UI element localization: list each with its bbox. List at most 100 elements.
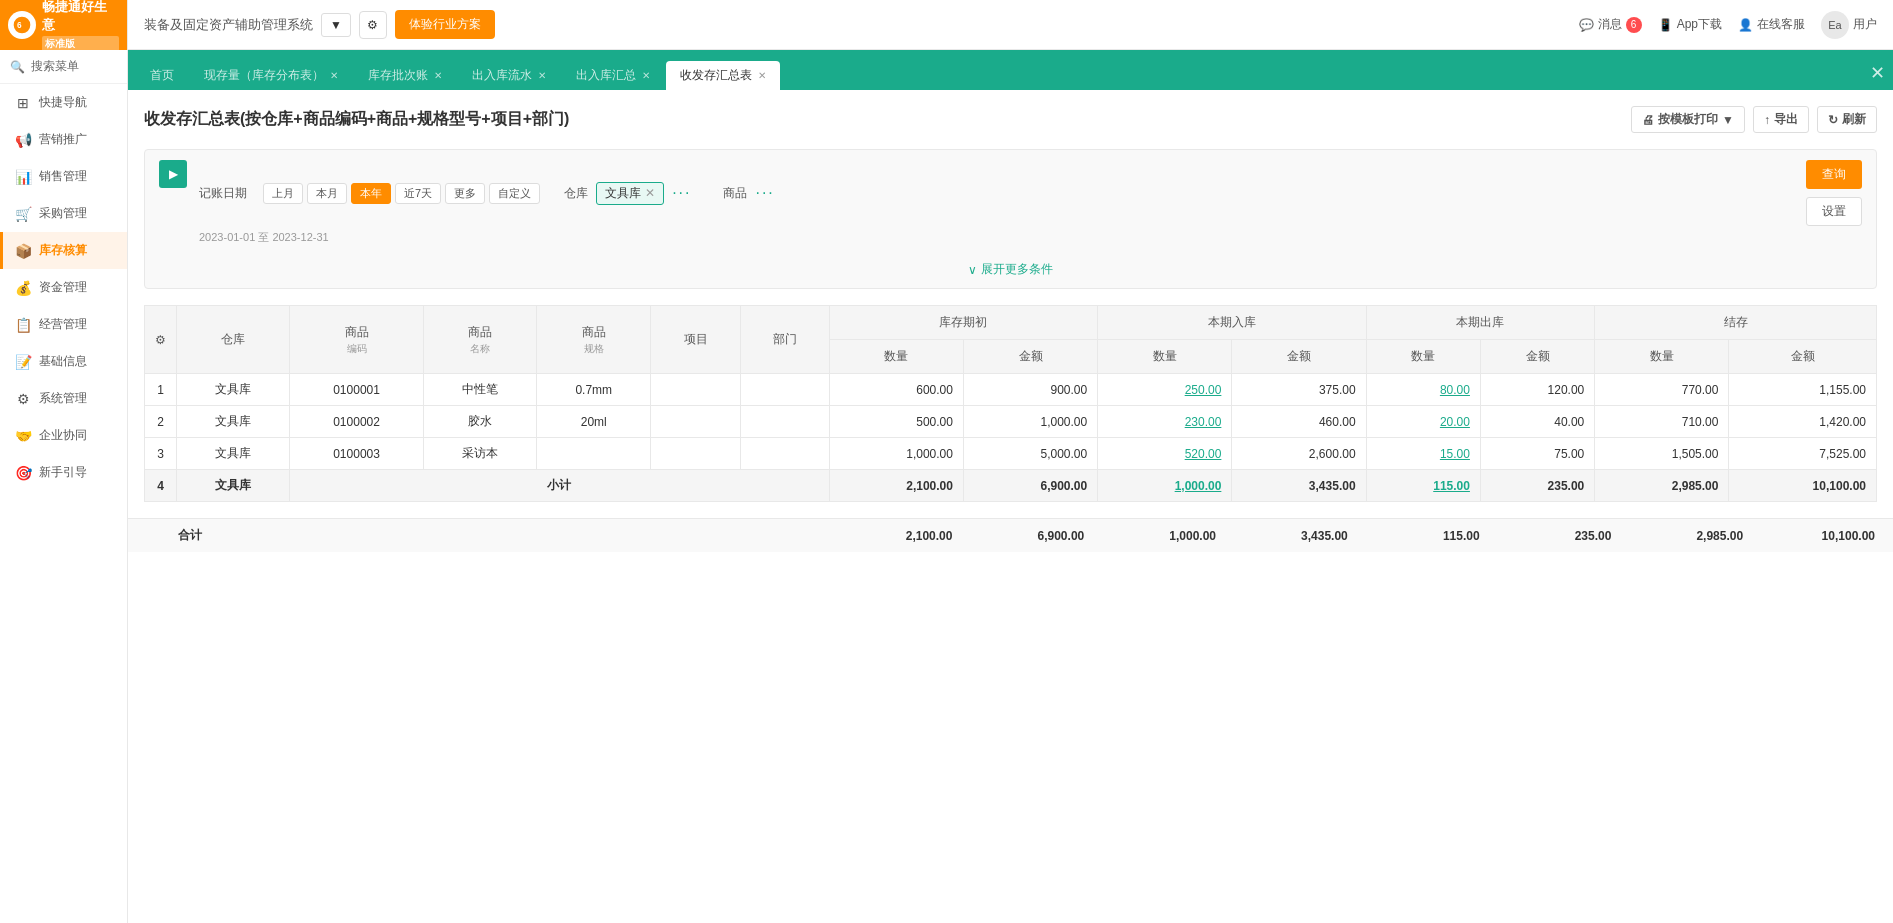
operations-icon: 📋 — [15, 317, 31, 333]
date-filter-label: 记账日期 — [199, 185, 247, 202]
date-btn-7days[interactable]: 近7天 — [395, 183, 441, 204]
subtotal-out-qty[interactable]: 115.00 — [1366, 470, 1480, 502]
row2-bal-qty: 710.00 — [1595, 406, 1729, 438]
sidebar-item-marketing[interactable]: 📢 营销推广 — [0, 121, 127, 158]
tab-inout-flow[interactable]: 出入库流水 ✕ — [458, 61, 560, 90]
sidebar-item-purchase[interactable]: 🛒 采购管理 — [0, 195, 127, 232]
subtotal-in-qty[interactable]: 1,000.00 — [1098, 470, 1232, 502]
total-open-qty: 2,100.00 — [823, 527, 953, 544]
sidebar-item-operations[interactable]: 📋 经营管理 — [0, 306, 127, 343]
sidebar-item-label: 快捷导航 — [39, 94, 87, 111]
row1-open-qty: 600.00 — [829, 374, 963, 406]
sidebar-item-finance[interactable]: 💰 资金管理 — [0, 269, 127, 306]
settings-button[interactable]: ⚙ — [359, 11, 387, 39]
sidebar-item-base[interactable]: 📝 基础信息 — [0, 343, 127, 380]
page-title-row: 收发存汇总表(按仓库+商品编码+商品+规格型号+项目+部门) 🖨 按模板打印 ▼… — [144, 106, 1877, 133]
tab-flow-close[interactable]: ✕ — [538, 70, 546, 81]
row1-out-qty[interactable]: 80.00 — [1366, 374, 1480, 406]
date-btn-custom[interactable]: 自定义 — [489, 183, 540, 204]
tab-recv-send[interactable]: 收发存汇总表 ✕ — [666, 61, 780, 90]
sidebar-item-enterprise[interactable]: 🤝 企业协同 — [0, 417, 127, 454]
tab-batch-ledger[interactable]: 库存批次账 ✕ — [354, 61, 456, 90]
main-area: 装备及固定资产辅助管理系统 ▼ ⚙ 体验行业方案 💬 消息 6 📱 App下载 … — [128, 0, 1893, 923]
warehouse-more-dots[interactable]: ··· — [672, 184, 691, 202]
tab-stock-dist[interactable]: 现存量（库存分布表） ✕ — [190, 61, 352, 90]
row1-warehouse: 文具库 — [177, 374, 290, 406]
search-label: 搜索菜单 — [31, 58, 79, 75]
sidebar-item-label: 企业协同 — [39, 427, 87, 444]
row1-project — [651, 374, 740, 406]
app-name: 畅捷通好生意 — [42, 0, 119, 34]
close-all-tabs[interactable]: ✕ — [1870, 62, 1885, 90]
print-button[interactable]: 🖨 按模板打印 ▼ — [1631, 106, 1745, 133]
tab-recv-close[interactable]: ✕ — [758, 70, 766, 81]
row1-in-qty[interactable]: 250.00 — [1098, 374, 1232, 406]
row1-no: 1 — [145, 374, 177, 406]
settings-btn[interactable]: 设置 — [1806, 197, 1862, 226]
system-icon: ⚙ — [15, 391, 31, 407]
tab-batch-close[interactable]: ✕ — [434, 70, 442, 81]
quick-nav-icon: ⊞ — [15, 95, 31, 111]
total-in-qty: 1,000.00 — [1086, 527, 1216, 544]
tab-inout-close[interactable]: ✕ — [642, 70, 650, 81]
row1-open-amt: 900.00 — [963, 374, 1097, 406]
marketing-icon: 📢 — [15, 132, 31, 148]
date-btn-prev-month[interactable]: 上月 — [263, 183, 303, 204]
export-icon: ↑ — [1764, 113, 1770, 127]
sidebar-item-sales[interactable]: 📊 销售管理 — [0, 158, 127, 195]
sidebar-item-inventory[interactable]: 📦 库存核算 — [0, 232, 127, 269]
sidebar-item-quick-nav[interactable]: ⊞ 快捷导航 — [0, 84, 127, 121]
warehouse-remove[interactable]: ✕ — [645, 186, 655, 200]
row3-open-amt: 5,000.00 — [963, 438, 1097, 470]
sidebar-item-label: 经营管理 — [39, 316, 87, 333]
messages-button[interactable]: 💬 消息 6 — [1579, 16, 1642, 33]
total-open-amt: 6,900.00 — [954, 527, 1084, 544]
row3-in-qty[interactable]: 520.00 — [1098, 438, 1232, 470]
sidebar-item-guide[interactable]: 🎯 新手引导 — [0, 454, 127, 491]
export-button[interactable]: ↑ 导出 — [1753, 106, 1809, 133]
total-in-amt: 3,435.00 — [1218, 527, 1348, 544]
app-download-button[interactable]: 📱 App下载 — [1658, 16, 1722, 33]
sidebar-item-system[interactable]: ⚙ 系统管理 — [0, 380, 127, 417]
row1-code: 0100001 — [289, 374, 423, 406]
warehouse-label: 仓库 — [564, 185, 588, 202]
goods-filter: 商品 ··· — [723, 184, 774, 202]
query-button[interactable]: 查询 — [1806, 160, 1862, 189]
tab-inout-summary[interactable]: 出入库汇总 ✕ — [562, 61, 664, 90]
row2-open-amt: 1,000.00 — [963, 406, 1097, 438]
refresh-button[interactable]: ↻ 刷新 — [1817, 106, 1877, 133]
row3-no: 3 — [145, 438, 177, 470]
user-menu[interactable]: Ea 用户 — [1821, 11, 1877, 39]
col-settings-header[interactable]: ⚙ — [145, 306, 177, 374]
expand-icon: ∨ — [968, 263, 977, 277]
col-opening-amount-header: 金额 — [963, 340, 1097, 374]
subtotal-warehouse: 文具库 — [177, 470, 290, 502]
col-out-qty-header: 数量 — [1366, 340, 1480, 374]
date-btn-this-month[interactable]: 本月 — [307, 183, 347, 204]
row3-warehouse: 文具库 — [177, 438, 290, 470]
col-spec-header: 商品规格 — [537, 306, 651, 374]
tab-stock-dist-close[interactable]: ✕ — [330, 70, 338, 81]
date-btn-this-year[interactable]: 本年 — [351, 183, 391, 204]
col-opening-header: 库存期初 — [829, 306, 1097, 340]
filter-collapse-arrow[interactable]: ▶ — [159, 160, 187, 188]
col-opening-qty-header: 数量 — [829, 340, 963, 374]
row3-dept — [740, 438, 829, 470]
expand-conditions-btn[interactable]: ∨ 展开更多条件 — [968, 261, 1053, 278]
row3-out-qty[interactable]: 15.00 — [1366, 438, 1480, 470]
row2-in-qty[interactable]: 230.00 — [1098, 406, 1232, 438]
goods-more-dots[interactable]: ··· — [755, 184, 774, 202]
system-selector[interactable]: ▼ — [321, 13, 351, 37]
row2-dept — [740, 406, 829, 438]
search-menu[interactable]: 🔍 搜索菜单 — [0, 50, 127, 84]
tab-home-label: 首页 — [150, 67, 174, 84]
row2-out-qty[interactable]: 20.00 — [1366, 406, 1480, 438]
total-label: 合计 — [178, 527, 292, 544]
online-service-button[interactable]: 👤 在线客服 — [1738, 16, 1805, 33]
goods-label: 商品 — [723, 185, 747, 202]
total-out-qty: 115.00 — [1350, 527, 1480, 544]
tab-home[interactable]: 首页 — [136, 61, 188, 90]
date-btn-more[interactable]: 更多 — [445, 183, 485, 204]
try-button[interactable]: 体验行业方案 — [395, 10, 495, 39]
download-icon: 📱 — [1658, 18, 1673, 32]
